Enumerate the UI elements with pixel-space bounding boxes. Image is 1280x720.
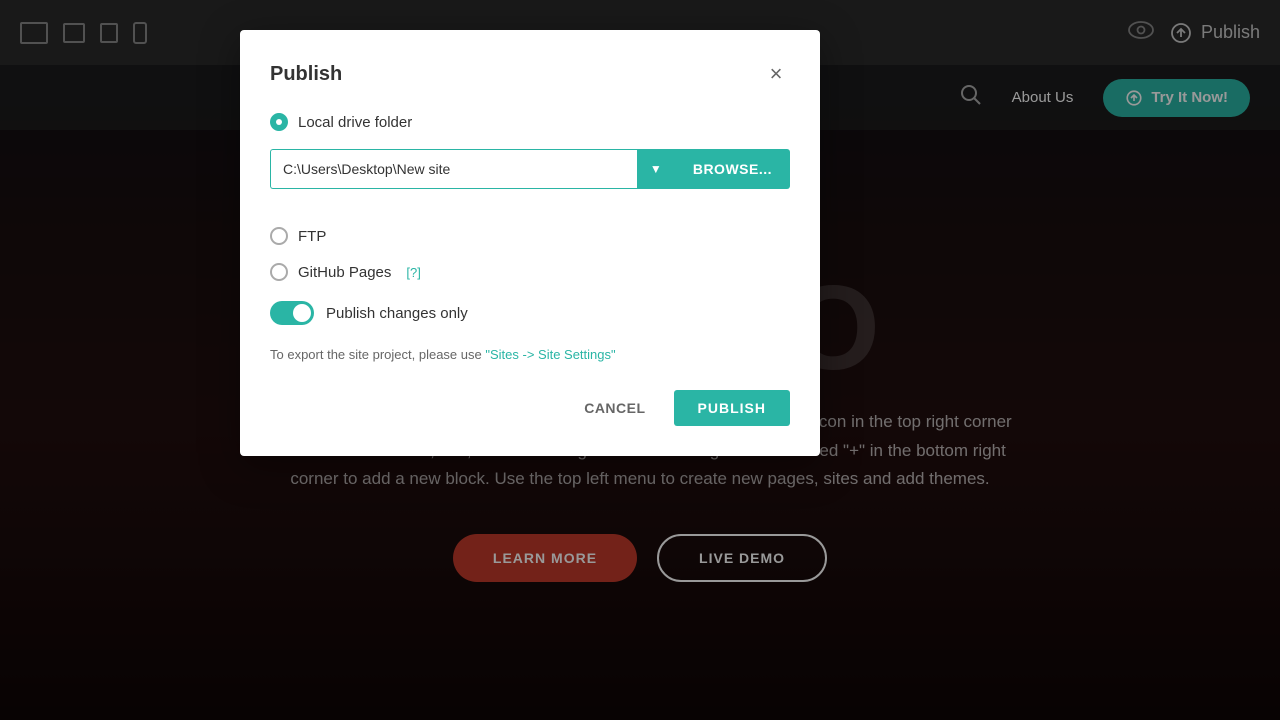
export-note: To export the site project, please use "… bbox=[270, 347, 790, 362]
github-radio[interactable] bbox=[270, 263, 288, 281]
local-drive-radio[interactable] bbox=[270, 113, 288, 131]
github-option[interactable]: GitHub Pages [?] bbox=[270, 263, 790, 281]
github-help-link[interactable]: [?] bbox=[406, 265, 420, 280]
publish-action-button[interactable]: PUBLISH bbox=[674, 390, 790, 426]
close-button[interactable]: × bbox=[762, 60, 790, 88]
publish-changes-toggle-row: Publish changes only bbox=[270, 301, 790, 325]
browse-button[interactable]: BROWSE... bbox=[675, 149, 790, 189]
modal-title: Publish bbox=[270, 63, 342, 86]
ftp-radio[interactable] bbox=[270, 227, 288, 245]
ftp-option[interactable]: FTP bbox=[270, 227, 790, 245]
publish-options: Local drive folder ▼ BROWSE... FTP GitHu… bbox=[270, 113, 790, 281]
path-input[interactable] bbox=[270, 149, 637, 189]
dropdown-arrow-icon: ▼ bbox=[650, 162, 662, 176]
github-label: GitHub Pages bbox=[298, 264, 391, 281]
publish-changes-label: Publish changes only bbox=[326, 305, 468, 322]
export-link[interactable]: "Sites -> Site Settings" bbox=[485, 347, 615, 362]
toggle-knob bbox=[293, 304, 311, 322]
modal-footer: CANCEL PUBLISH bbox=[270, 390, 790, 426]
ftp-label: FTP bbox=[298, 228, 326, 245]
publish-modal: Publish × Local drive folder ▼ BROWSE...… bbox=[240, 30, 820, 456]
publish-changes-toggle[interactable] bbox=[270, 301, 314, 325]
path-dropdown-button[interactable]: ▼ bbox=[637, 149, 675, 189]
local-drive-label: Local drive folder bbox=[298, 114, 412, 131]
cancel-button[interactable]: CANCEL bbox=[568, 390, 661, 426]
modal-header: Publish × bbox=[270, 60, 790, 88]
export-note-text: To export the site project, please use bbox=[270, 347, 485, 362]
path-row: ▼ BROWSE... bbox=[270, 149, 790, 189]
local-drive-option[interactable]: Local drive folder bbox=[270, 113, 790, 131]
